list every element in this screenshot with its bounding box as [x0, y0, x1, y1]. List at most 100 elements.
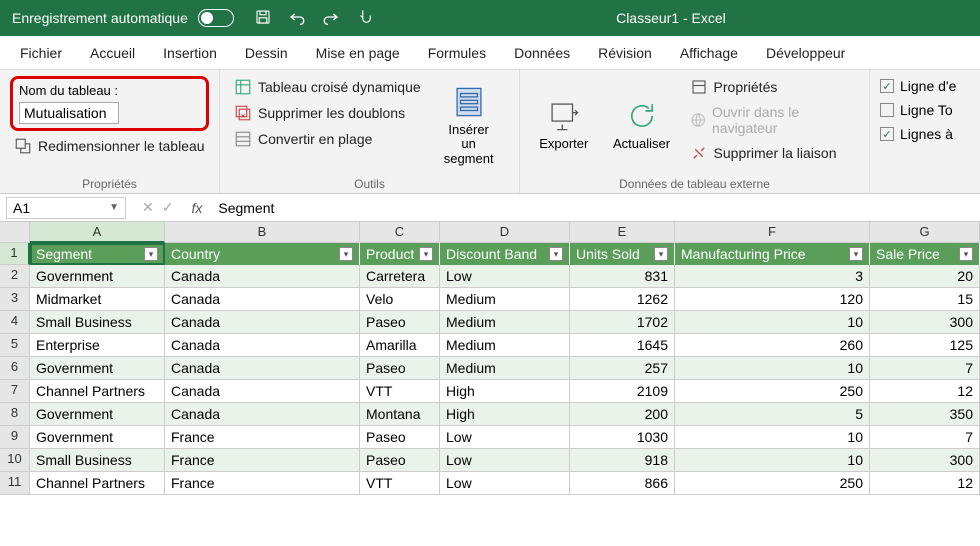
cell[interactable]: 300 — [870, 449, 980, 472]
cell[interactable]: 3 — [675, 265, 870, 288]
row-header-6[interactable]: 6 — [0, 357, 30, 380]
tab-developpeur[interactable]: Développeur — [766, 45, 845, 61]
cell[interactable]: Medium — [440, 311, 570, 334]
cell[interactable]: 1262 — [570, 288, 675, 311]
name-box[interactable]: A1 ▼ — [6, 197, 126, 219]
cell[interactable]: 350 — [870, 403, 980, 426]
row-header-8[interactable]: 8 — [0, 403, 30, 426]
cell[interactable]: Low — [440, 426, 570, 449]
cell[interactable]: Canada — [165, 288, 360, 311]
cell[interactable]: 918 — [570, 449, 675, 472]
autosave-toggle[interactable]: Enregistrement automatique — [12, 9, 234, 27]
banded-rows-checkbox[interactable]: Lignes à — [880, 124, 956, 144]
cell[interactable]: Canada — [165, 334, 360, 357]
cell[interactable]: 15 — [870, 288, 980, 311]
cancel-icon[interactable]: ✕ — [142, 199, 154, 216]
cell[interactable]: High — [440, 380, 570, 403]
cell[interactable]: 12 — [870, 472, 980, 495]
cell[interactable]: Canada — [165, 380, 360, 403]
cell[interactable]: Government — [30, 403, 165, 426]
tab-formules[interactable]: Formules — [428, 45, 486, 61]
save-icon[interactable] — [254, 8, 272, 29]
select-all-corner[interactable] — [0, 222, 30, 243]
filter-icon[interactable]: ▾ — [959, 247, 973, 261]
filter-icon[interactable]: ▾ — [339, 247, 353, 261]
tab-insertion[interactable]: Insertion — [163, 45, 217, 61]
cell[interactable]: High — [440, 403, 570, 426]
cell[interactable]: Enterprise — [30, 334, 165, 357]
cell[interactable]: 831 — [570, 265, 675, 288]
cell[interactable]: Montana — [360, 403, 440, 426]
cell[interactable]: France — [165, 426, 360, 449]
row-header-2[interactable]: 2 — [0, 265, 30, 288]
cell[interactable]: Medium — [440, 288, 570, 311]
cell[interactable]: 2109 — [570, 380, 675, 403]
cell[interactable]: Canada — [165, 265, 360, 288]
cell[interactable]: Midmarket — [30, 288, 165, 311]
row-header-5[interactable]: 5 — [0, 334, 30, 357]
formula-input[interactable]: Segment — [210, 200, 980, 216]
cell[interactable]: Canada — [165, 311, 360, 334]
cell[interactable]: 5 — [675, 403, 870, 426]
col-header-A[interactable]: A — [30, 222, 165, 243]
table-header-discount[interactable]: Discount Band▾ — [440, 243, 570, 265]
filter-icon[interactable]: ▾ — [849, 247, 863, 261]
col-header-F[interactable]: F — [675, 222, 870, 243]
cell[interactable]: Paseo — [360, 357, 440, 380]
cell[interactable]: Paseo — [360, 311, 440, 334]
col-header-G[interactable]: G — [870, 222, 980, 243]
undo-icon[interactable] — [288, 8, 306, 29]
refresh-button[interactable]: Actualiser — [606, 76, 678, 175]
cell[interactable]: 7 — [870, 357, 980, 380]
filter-icon[interactable]: ▾ — [549, 247, 563, 261]
cell[interactable]: 250 — [675, 472, 870, 495]
table-header-units[interactable]: Units Sold▾ — [570, 243, 675, 265]
cell[interactable]: 125 — [870, 334, 980, 357]
header-row-checkbox[interactable]: Ligne d'e — [880, 76, 956, 96]
filter-icon[interactable]: ▾ — [144, 247, 158, 261]
convert-range-button[interactable]: Convertir en plage — [230, 128, 425, 150]
insert-slicer-button[interactable]: Insérer un segment — [433, 76, 505, 175]
tab-dessin[interactable]: Dessin — [245, 45, 288, 61]
cell[interactable]: Paseo — [360, 426, 440, 449]
cell[interactable]: 10 — [675, 357, 870, 380]
redo-icon[interactable] — [322, 8, 340, 29]
cell[interactable]: Canada — [165, 357, 360, 380]
unlink-button[interactable]: Supprimer la liaison — [686, 142, 859, 164]
confirm-icon[interactable]: ✓ — [162, 199, 174, 216]
pivot-table-button[interactable]: Tableau croisé dynamique — [230, 76, 425, 98]
row-header-7[interactable]: 7 — [0, 380, 30, 403]
touch-mode-icon[interactable] — [356, 8, 374, 29]
cell[interactable]: 866 — [570, 472, 675, 495]
table-header-segment[interactable]: Segment▾ — [30, 243, 165, 265]
cell[interactable]: 1702 — [570, 311, 675, 334]
tab-mise-en-page[interactable]: Mise en page — [316, 45, 400, 61]
cell[interactable]: Government — [30, 357, 165, 380]
tab-affichage[interactable]: Affichage — [680, 45, 738, 61]
col-header-B[interactable]: B — [165, 222, 360, 243]
col-header-D[interactable]: D — [440, 222, 570, 243]
filter-icon[interactable]: ▾ — [419, 247, 433, 261]
cell[interactable]: France — [165, 449, 360, 472]
fx-icon[interactable]: fx — [183, 200, 210, 216]
cell[interactable]: 1645 — [570, 334, 675, 357]
resize-table-button[interactable]: Redimensionner le tableau — [10, 135, 209, 157]
row-header-9[interactable]: 9 — [0, 426, 30, 449]
tab-revision[interactable]: Révision — [598, 45, 652, 61]
cell[interactable]: Medium — [440, 334, 570, 357]
cell[interactable]: 120 — [675, 288, 870, 311]
cell[interactable]: 260 — [675, 334, 870, 357]
cell[interactable]: Channel Partners — [30, 380, 165, 403]
cell[interactable]: 10 — [675, 449, 870, 472]
col-header-C[interactable]: C — [360, 222, 440, 243]
row-header-4[interactable]: 4 — [0, 311, 30, 334]
table-header-sale-price[interactable]: Sale Price▾ — [870, 243, 980, 265]
ext-properties-button[interactable]: Propriétés — [686, 76, 859, 98]
cell[interactable]: 257 — [570, 357, 675, 380]
cell[interactable]: Paseo — [360, 449, 440, 472]
tab-fichier[interactable]: Fichier — [20, 45, 62, 61]
filter-icon[interactable]: ▾ — [654, 247, 668, 261]
cell[interactable]: France — [165, 472, 360, 495]
table-header-country[interactable]: Country▾ — [165, 243, 360, 265]
row-header-10[interactable]: 10 — [0, 449, 30, 472]
